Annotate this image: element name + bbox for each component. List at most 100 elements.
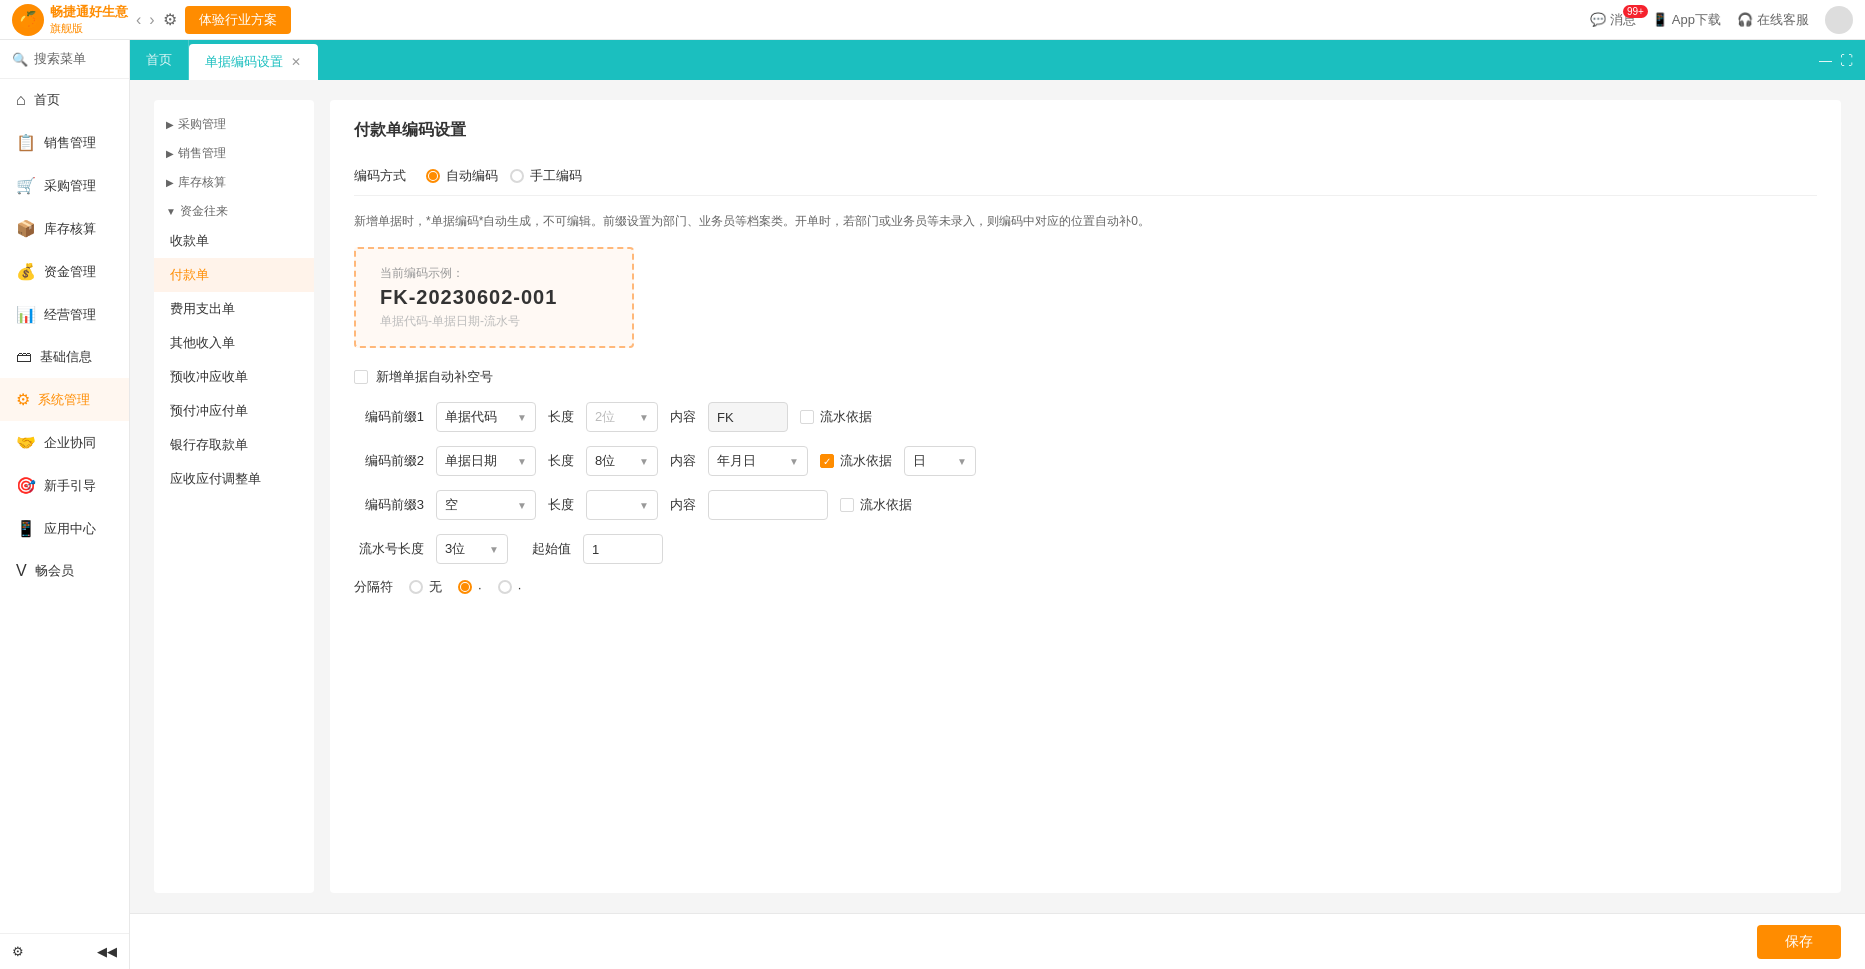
sidebar-item-basic[interactable]: 🗃 基础信息 bbox=[0, 336, 129, 378]
prefix2-length-arrow: ▼ bbox=[639, 456, 649, 467]
app-download-button[interactable]: 📱 App下载 bbox=[1652, 11, 1721, 29]
prefix2-select[interactable]: 单据日期 ▼ bbox=[436, 446, 536, 476]
prefix3-content-label: 内容 bbox=[670, 496, 696, 514]
search-icon: 🔍 bbox=[12, 52, 28, 67]
prefix1-content-input[interactable]: FK bbox=[708, 402, 788, 432]
tab-close-button[interactable]: ✕ bbox=[291, 55, 301, 69]
prefix2-liushui-select[interactable]: 日 ▼ bbox=[904, 446, 976, 476]
prefix1-dropdown-arrow: ▼ bbox=[517, 412, 527, 423]
left-nav-item-receipt[interactable]: 收款单 bbox=[154, 224, 314, 258]
left-nav: ▶ 采购管理 ▶ 销售管理 ▶ 库存核算 ▼ 资金往来 bbox=[154, 100, 314, 893]
sidebar-item-purchase[interactable]: 🛒 采购管理 bbox=[0, 164, 129, 207]
prefix2-length-select[interactable]: 8位 ▼ bbox=[586, 446, 658, 476]
prefix2-liushui-checkbox[interactable]: ✓ bbox=[820, 454, 834, 468]
prefix1-liushui-check: 流水依据 bbox=[800, 408, 872, 426]
sidebar: 🔍 搜索菜单 ⌂ 首页 📋 销售管理 🛒 采购管理 📦 库存核算 💰 资金管理 … bbox=[0, 40, 130, 969]
prefix2-content-select[interactable]: 年月日 ▼ bbox=[708, 446, 808, 476]
nav-back-arrow[interactable]: ‹ bbox=[136, 11, 141, 29]
prefix3-select[interactable]: 空 ▼ bbox=[436, 490, 536, 520]
prefix3-liushui-checkbox[interactable] bbox=[840, 498, 854, 512]
window-maximize-icon[interactable]: ⛶ bbox=[1840, 53, 1853, 68]
left-nav-item-advance-receipt[interactable]: 预收冲应收单 bbox=[154, 360, 314, 394]
tab-home[interactable]: 首页 bbox=[130, 40, 189, 80]
content-layout: ▶ 采购管理 ▶ 销售管理 ▶ 库存核算 ▼ 资金往来 bbox=[154, 100, 1841, 893]
bottom-bar: 保存 bbox=[130, 913, 1865, 969]
tab-bar-right: — ⛶ bbox=[1807, 53, 1865, 68]
window-minimize-icon[interactable]: — bbox=[1819, 53, 1832, 68]
user-avatar[interactable] bbox=[1825, 6, 1853, 34]
settings-icon[interactable]: ⚙ bbox=[163, 10, 177, 29]
auto-fill-checkbox-row: 新增单据自动补空号 bbox=[354, 368, 1817, 386]
sidebar-item-guide[interactable]: 🎯 新手引导 bbox=[0, 464, 129, 507]
separator-dot-option[interactable]: · bbox=[458, 580, 482, 595]
prefix2-label: 编码前缀2 bbox=[354, 452, 424, 470]
nav-forward-arrow[interactable]: › bbox=[149, 11, 154, 29]
online-service-button[interactable]: 🎧 在线客服 bbox=[1737, 11, 1809, 29]
sidebar-item-inventory[interactable]: 📦 库存核算 bbox=[0, 207, 129, 250]
prefix3-length-arrow: ▼ bbox=[639, 500, 649, 511]
prefix1-select[interactable]: 单据代码 ▼ bbox=[436, 402, 536, 432]
finance-icon: 💰 bbox=[16, 262, 36, 281]
left-nav-item-adjustment[interactable]: 应收应付调整单 bbox=[154, 462, 314, 496]
download-icon: 📱 bbox=[1652, 12, 1668, 27]
auto-encoding-radio[interactable]: 自动编码 bbox=[426, 167, 498, 185]
brand-icon: 🍊 bbox=[12, 4, 44, 36]
prefix1-length-select[interactable]: 2位 ▼ bbox=[586, 402, 658, 432]
separator-dot2-option[interactable]: · bbox=[498, 580, 522, 595]
sidebar-search[interactable]: 🔍 搜索菜单 bbox=[0, 40, 129, 79]
apps-icon: 📱 bbox=[16, 519, 36, 538]
info-text: 新增单据时，*单据编码*自动生成，不可编辑。前缀设置为部门、业务员等档案类。开单… bbox=[354, 212, 1817, 231]
top-bar-right: 💬 消息 99+ 📱 App下载 🎧 在线客服 bbox=[1590, 6, 1853, 34]
trial-button[interactable]: 体验行业方案 bbox=[185, 6, 291, 34]
left-nav-item-payment[interactable]: 付款单 bbox=[154, 258, 314, 292]
left-nav-group-inventory[interactable]: ▶ 库存核算 bbox=[154, 166, 314, 195]
sidebar-item-apps[interactable]: 📱 应用中心 bbox=[0, 507, 129, 550]
sidebar-item-operation[interactable]: 📊 经营管理 bbox=[0, 293, 129, 336]
left-nav-item-expense[interactable]: 费用支出单 bbox=[154, 292, 314, 326]
inventory-icon: 📦 bbox=[16, 219, 36, 238]
message-button[interactable]: 💬 消息 99+ bbox=[1590, 11, 1636, 29]
separator-none-option[interactable]: 无 bbox=[409, 578, 442, 596]
encoding-method-label: 编码方式 bbox=[354, 167, 406, 185]
content: ▶ 采购管理 ▶ 销售管理 ▶ 库存核算 ▼ 资金往来 bbox=[130, 80, 1865, 913]
left-nav-item-bank[interactable]: 银行存取款单 bbox=[154, 428, 314, 462]
sidebar-settings-icon[interactable]: ⚙ bbox=[12, 944, 24, 959]
prefix1-label: 编码前缀1 bbox=[354, 408, 424, 426]
prefix2-content-arrow: ▼ bbox=[789, 456, 799, 467]
chat-icon: 💬 bbox=[1590, 12, 1606, 27]
sidebar-item-finance[interactable]: 💰 资金管理 bbox=[0, 250, 129, 293]
left-nav-group-capital[interactable]: ▼ 资金往来 bbox=[154, 195, 314, 224]
preview-desc: 单据代码-单据日期-流水号 bbox=[380, 313, 608, 330]
sidebar-item-home[interactable]: ⌂ 首页 bbox=[0, 79, 129, 121]
tab-encoding-settings[interactable]: 单据编码设置 ✕ bbox=[189, 44, 318, 80]
prefix3-content-input[interactable] bbox=[708, 490, 828, 520]
serial-length-label: 流水号长度 bbox=[354, 540, 424, 558]
operation-icon: 📊 bbox=[16, 305, 36, 324]
left-nav-item-other-income[interactable]: 其他收入单 bbox=[154, 326, 314, 360]
prefix2-content-label: 内容 bbox=[670, 452, 696, 470]
prefix1-liushui-checkbox[interactable] bbox=[800, 410, 814, 424]
sidebar-item-sales[interactable]: 📋 销售管理 bbox=[0, 121, 129, 164]
sidebar-item-system[interactable]: ⚙ 系统管理 bbox=[0, 378, 129, 421]
save-button[interactable]: 保存 bbox=[1757, 925, 1841, 959]
auto-fill-checkbox[interactable] bbox=[354, 370, 368, 384]
sidebar-item-enterprise[interactable]: 🤝 企业协同 bbox=[0, 421, 129, 464]
left-nav-item-advance-payment[interactable]: 预付冲应付单 bbox=[154, 394, 314, 428]
top-bar-left: 🍊 畅捷通好生意 旗舰版 ‹ › ⚙ 体验行业方案 bbox=[12, 4, 291, 36]
basic-icon: 🗃 bbox=[16, 348, 32, 366]
preview-label: 当前编码示例： bbox=[380, 265, 608, 282]
page-title: 付款单编码设置 bbox=[354, 120, 1817, 141]
preview-box: 当前编码示例： FK-20230602-001 单据代码-单据日期-流水号 bbox=[354, 247, 634, 348]
separator-none-circle bbox=[409, 580, 423, 594]
serial-length-select[interactable]: 3位 ▼ bbox=[436, 534, 508, 564]
left-nav-group-purchase[interactable]: ▶ 采购管理 bbox=[154, 108, 314, 137]
prefix-row-2: 编码前缀2 单据日期 ▼ 长度 8位 ▼ 内容 年月日 bbox=[354, 446, 1817, 476]
prefix3-label: 编码前缀3 bbox=[354, 496, 424, 514]
service-icon: 🎧 bbox=[1737, 12, 1753, 27]
manual-encoding-radio[interactable]: 手工编码 bbox=[510, 167, 582, 185]
left-nav-group-sales[interactable]: ▶ 销售管理 bbox=[154, 137, 314, 166]
start-value-input[interactable]: 1 bbox=[583, 534, 663, 564]
sidebar-collapse-icon[interactable]: ◀◀ bbox=[97, 944, 117, 959]
sidebar-item-vip[interactable]: V 畅会员 bbox=[0, 550, 129, 592]
prefix3-length-select[interactable]: ▼ bbox=[586, 490, 658, 520]
